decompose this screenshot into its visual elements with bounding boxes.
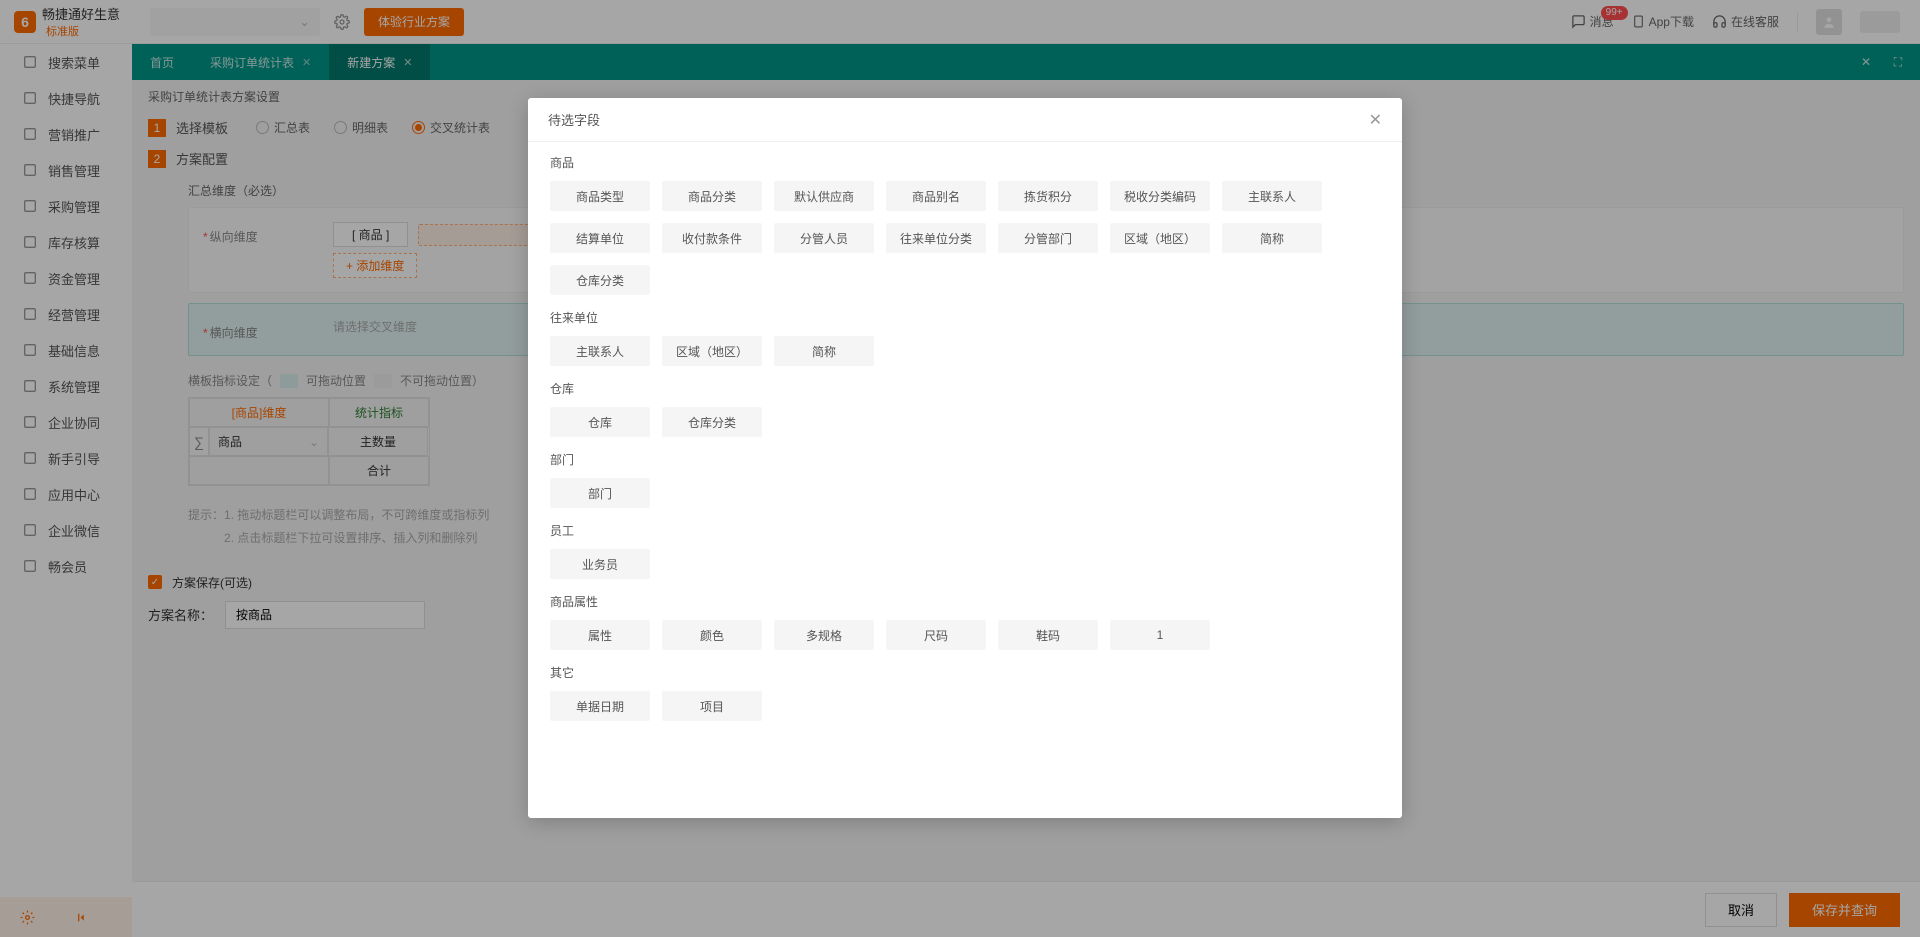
field-chip[interactable]: 单据日期 xyxy=(550,691,650,721)
field-chip[interactable]: 商品别名 xyxy=(886,181,986,211)
field-group-title: 员工 xyxy=(550,522,1380,539)
field-chip[interactable]: 结算单位 xyxy=(550,223,650,253)
field-chip[interactable]: 业务员 xyxy=(550,549,650,579)
field-chip[interactable]: 仓库分类 xyxy=(550,265,650,295)
field-chip[interactable]: 税收分类编码 xyxy=(1110,181,1210,211)
field-chip[interactable]: 仓库 xyxy=(550,407,650,437)
field-chip[interactable]: 分管人员 xyxy=(774,223,874,253)
field-chip[interactable]: 分管部门 xyxy=(998,223,1098,253)
field-chip[interactable]: 往来单位分类 xyxy=(886,223,986,253)
field-chip[interactable]: 拣货积分 xyxy=(998,181,1098,211)
field-chip[interactable]: 项目 xyxy=(662,691,762,721)
field-chip[interactable]: 主联系人 xyxy=(1222,181,1322,211)
field-chip[interactable]: 默认供应商 xyxy=(774,181,874,211)
close-icon[interactable]: ✕ xyxy=(1369,110,1382,130)
field-chip[interactable]: 简称 xyxy=(1222,223,1322,253)
field-group-title: 商品 xyxy=(550,154,1380,171)
field-chip[interactable]: 尺码 xyxy=(886,620,986,650)
field-chip[interactable]: 区域（地区） xyxy=(1110,223,1210,253)
field-chip[interactable]: 仓库分类 xyxy=(662,407,762,437)
field-chip[interactable]: 简称 xyxy=(774,336,874,366)
field-chip[interactable]: 1 xyxy=(1110,620,1210,650)
field-chip[interactable]: 主联系人 xyxy=(550,336,650,366)
field-group-title: 部门 xyxy=(550,451,1380,468)
field-group-title: 往来单位 xyxy=(550,309,1380,326)
field-group-title: 仓库 xyxy=(550,380,1380,397)
field-picker-modal: 待选字段 ✕ 商品商品类型商品分类默认供应商商品别名拣货积分税收分类编码主联系人… xyxy=(528,98,1402,818)
field-chip[interactable]: 多规格 xyxy=(774,620,874,650)
field-chip[interactable]: 鞋码 xyxy=(998,620,1098,650)
field-chip[interactable]: 收付款条件 xyxy=(662,223,762,253)
modal-title: 待选字段 xyxy=(548,110,600,129)
field-chip[interactable]: 属性 xyxy=(550,620,650,650)
field-chip[interactable]: 区域（地区） xyxy=(662,336,762,366)
field-group-title: 其它 xyxy=(550,664,1380,681)
field-chip[interactable]: 商品分类 xyxy=(662,181,762,211)
field-chip[interactable]: 颜色 xyxy=(662,620,762,650)
field-group-title: 商品属性 xyxy=(550,593,1380,610)
field-chip[interactable]: 部门 xyxy=(550,478,650,508)
field-chip[interactable]: 商品类型 xyxy=(550,181,650,211)
